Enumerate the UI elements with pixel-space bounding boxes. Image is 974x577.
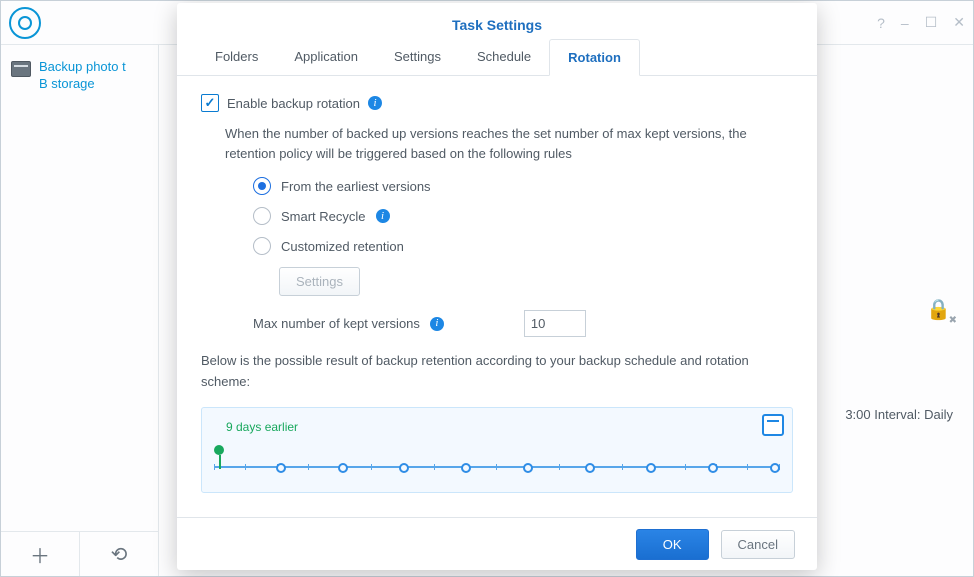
lock-disabled-icon[interactable]: 🔒 bbox=[926, 297, 951, 322]
info-icon[interactable]: i bbox=[376, 209, 390, 223]
add-task-button[interactable]: ＋ bbox=[1, 532, 80, 576]
radio-smart-recycle[interactable] bbox=[253, 207, 271, 225]
task-label-line2: B storage bbox=[39, 76, 126, 93]
sidebar: Backup photo t B storage ＋ ⟲ bbox=[1, 45, 159, 576]
timeline-point bbox=[523, 463, 533, 473]
timeline-point bbox=[214, 445, 224, 455]
cancel-button[interactable]: Cancel bbox=[721, 530, 795, 559]
rotation-description: When the number of backed up versions re… bbox=[225, 124, 793, 163]
timeline-point bbox=[338, 463, 348, 473]
timeline-point bbox=[461, 463, 471, 473]
task-label-line1: Backup photo t bbox=[39, 59, 126, 76]
tab-settings[interactable]: Settings bbox=[376, 39, 459, 76]
timeline-point bbox=[276, 463, 286, 473]
restore-button[interactable]: ⟲ bbox=[80, 532, 158, 576]
radio-smart-row[interactable]: Smart Recycle i bbox=[253, 207, 793, 225]
tab-application[interactable]: Application bbox=[276, 39, 376, 76]
max-versions-input[interactable] bbox=[524, 310, 586, 337]
plus-icon: ＋ bbox=[30, 540, 50, 569]
custom-settings-wrap: Settings bbox=[279, 267, 793, 296]
maximize-icon[interactable]: ☐ bbox=[925, 14, 938, 31]
timeline-point bbox=[708, 463, 718, 473]
tab-rotation[interactable]: Rotation bbox=[549, 39, 640, 76]
radio-custom-row[interactable]: Customized retention bbox=[253, 237, 793, 255]
custom-settings-button[interactable]: Settings bbox=[279, 267, 360, 296]
task-settings-dialog: Task Settings Folders Application Settin… bbox=[177, 3, 817, 570]
retention-timeline: 9 days earlier bbox=[201, 407, 793, 493]
timeline-point bbox=[646, 463, 656, 473]
restore-icon: ⟲ bbox=[111, 542, 128, 567]
tab-schedule[interactable]: Schedule bbox=[459, 39, 549, 76]
sidebar-footer: ＋ ⟲ bbox=[1, 531, 158, 576]
radio-earliest-row[interactable]: From the earliest versions bbox=[253, 177, 793, 195]
task-list-item[interactable]: Backup photo t B storage bbox=[1, 53, 158, 99]
radio-custom-label: Customized retention bbox=[281, 239, 404, 254]
dialog-footer: OK Cancel bbox=[177, 517, 817, 570]
radio-earliest-label: From the earliest versions bbox=[281, 179, 431, 194]
tab-folders[interactable]: Folders bbox=[197, 39, 276, 76]
minimize-icon[interactable]: – bbox=[901, 15, 909, 31]
radio-earliest[interactable] bbox=[253, 177, 271, 195]
info-icon[interactable]: i bbox=[430, 317, 444, 331]
window-controls: ? – ☐ ✕ bbox=[877, 14, 965, 31]
timeline-points bbox=[214, 463, 780, 473]
help-icon[interactable]: ? bbox=[877, 15, 885, 31]
info-icon[interactable]: i bbox=[368, 96, 382, 110]
task-icon bbox=[11, 61, 31, 77]
calendar-icon[interactable] bbox=[762, 414, 784, 436]
timeline-point bbox=[770, 463, 780, 473]
dialog-title: Task Settings bbox=[177, 3, 817, 39]
enable-rotation-checkbox[interactable]: ✓ bbox=[201, 94, 219, 112]
dialog-tabs: Folders Application Settings Schedule Ro… bbox=[177, 39, 817, 76]
enable-rotation-label: Enable backup rotation bbox=[227, 96, 360, 111]
timeline-start-label: 9 days earlier bbox=[226, 420, 780, 434]
app-icon[interactable] bbox=[9, 7, 41, 39]
max-versions-row: Max number of kept versions i bbox=[253, 310, 793, 337]
ok-button[interactable]: OK bbox=[636, 529, 709, 560]
retention-result-heading: Below is the possible result of backup r… bbox=[201, 351, 793, 393]
radio-smart-label: Smart Recycle bbox=[281, 209, 366, 224]
close-icon[interactable]: ✕ bbox=[953, 14, 965, 31]
timeline-point bbox=[399, 463, 409, 473]
max-versions-label: Max number of kept versions bbox=[253, 316, 420, 331]
timeline-point bbox=[585, 463, 595, 473]
app-window: ? – ☐ ✕ Backup photo t B storage ＋ ⟲ bbox=[0, 0, 974, 577]
task-label: Backup photo t B storage bbox=[39, 59, 126, 93]
dialog-body: ✓ Enable backup rotation i When the numb… bbox=[177, 76, 817, 517]
enable-rotation-row[interactable]: ✓ Enable backup rotation i bbox=[201, 94, 793, 112]
app-icon-inner bbox=[18, 16, 32, 30]
radio-customized[interactable] bbox=[253, 237, 271, 255]
